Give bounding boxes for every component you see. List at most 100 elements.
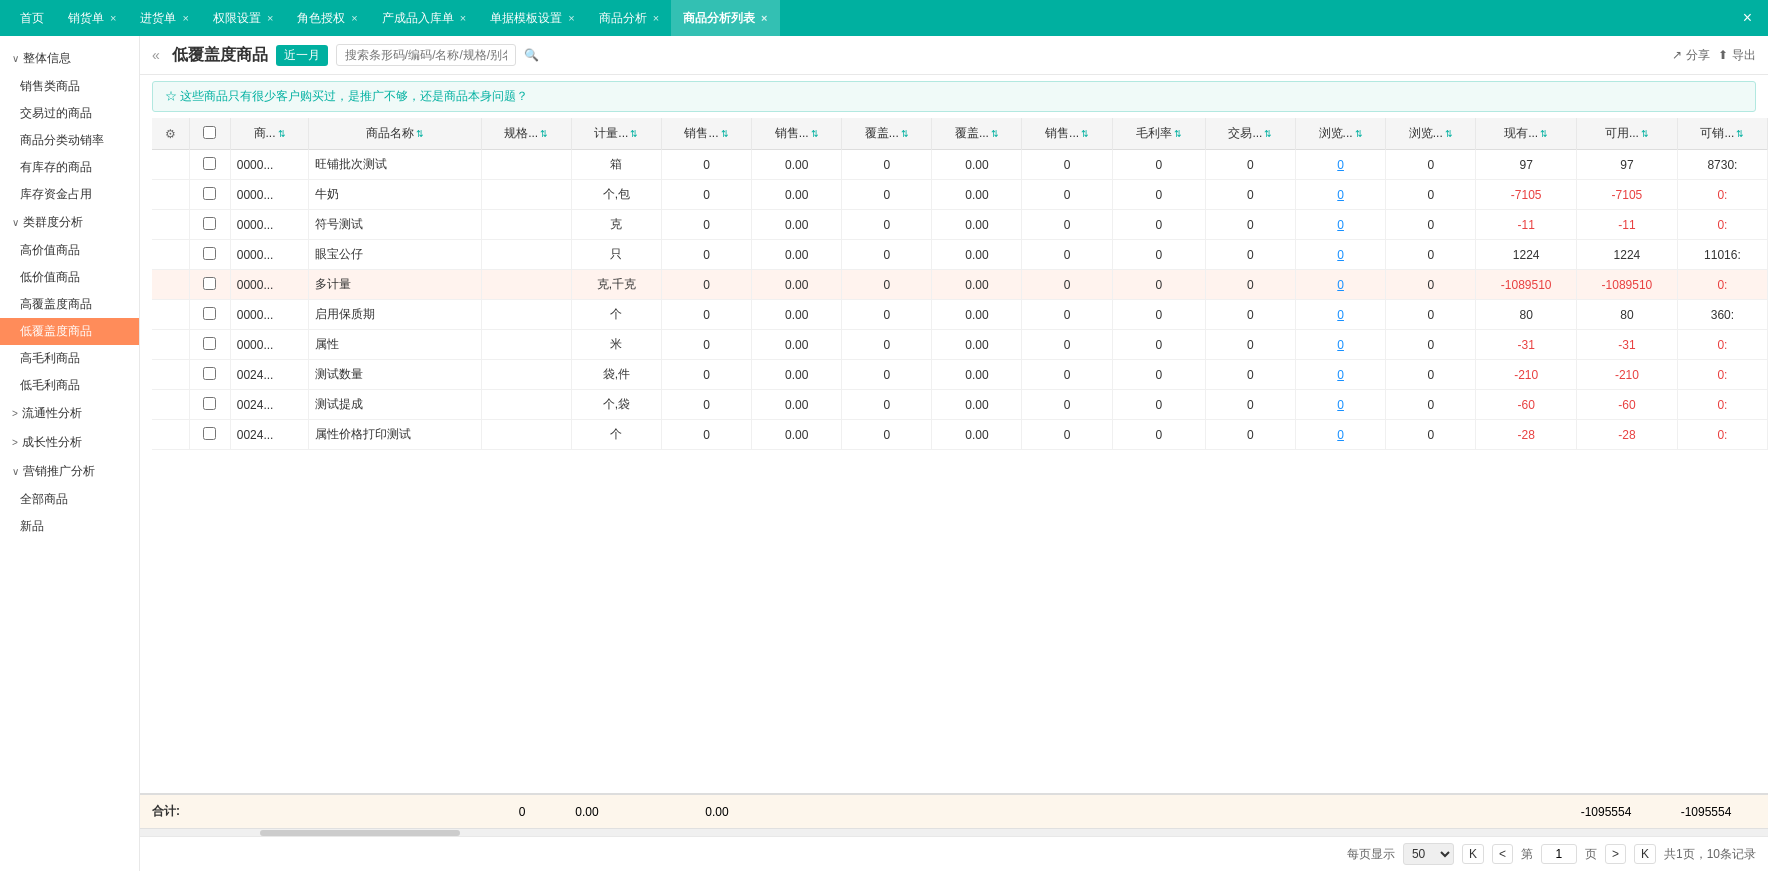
sidebar-item-in-stock[interactable]: 有库存的商品 xyxy=(0,154,139,181)
close-icon[interactable]: × xyxy=(351,12,357,24)
spec-column-header[interactable]: 规格...⇅ xyxy=(481,118,571,150)
row-browse1[interactable]: 0 xyxy=(1296,180,1386,210)
collapse-button[interactable]: « xyxy=(152,47,160,63)
sidebar-section-overall[interactable]: ∨ 整体信息 xyxy=(0,44,139,73)
row-checkbox[interactable] xyxy=(189,330,230,360)
close-all-button[interactable]: × xyxy=(1735,9,1760,27)
row-checkbox[interactable] xyxy=(189,150,230,180)
next-page-button[interactable]: > xyxy=(1605,844,1626,864)
row-browse1[interactable]: 0 xyxy=(1296,360,1386,390)
sales-qty-column-header[interactable]: 销售...⇅ xyxy=(661,118,751,150)
sidebar-item-low-profit[interactable]: 低毛利商品 xyxy=(0,372,139,399)
browse2-column-header[interactable]: 浏览...⇅ xyxy=(1386,118,1476,150)
row-settings[interactable] xyxy=(152,150,189,180)
nav-template[interactable]: 单据模板设置 × xyxy=(478,0,586,36)
row-settings[interactable] xyxy=(152,390,189,420)
nav-product-in[interactable]: 产成品入库单 × xyxy=(370,0,478,36)
sidebar-item-high-profit[interactable]: 高毛利商品 xyxy=(0,345,139,372)
cover1-column-header[interactable]: 覆盖...⇅ xyxy=(842,118,932,150)
sidebar-item-sales-goods[interactable]: 销售类商品 xyxy=(0,73,139,100)
row-settings[interactable] xyxy=(152,240,189,270)
close-icon[interactable]: × xyxy=(653,12,659,24)
row-checkbox[interactable] xyxy=(189,180,230,210)
row-checkbox[interactable] xyxy=(189,270,230,300)
browse1-column-header[interactable]: 浏览...⇅ xyxy=(1296,118,1386,150)
page-size-select[interactable]: 20 50 100 xyxy=(1403,843,1454,865)
scrollbar-thumb[interactable] xyxy=(260,830,460,836)
search-input[interactable] xyxy=(336,44,516,66)
sidebar-section-liquidity[interactable]: > 流通性分析 xyxy=(0,399,139,428)
saleable-column-header[interactable]: 可销...⇅ xyxy=(1677,118,1767,150)
close-icon[interactable]: × xyxy=(460,12,466,24)
horizontal-scrollbar[interactable] xyxy=(140,828,1768,836)
row-browse1[interactable]: 0 xyxy=(1296,210,1386,240)
row-browse1[interactable]: 0 xyxy=(1296,270,1386,300)
current-column-header[interactable]: 现有...⇅ xyxy=(1476,118,1577,150)
row-settings[interactable] xyxy=(152,360,189,390)
nav-analysis[interactable]: 商品分析 × xyxy=(587,0,671,36)
name-column-header[interactable]: 商品名称⇅ xyxy=(309,118,481,150)
close-icon[interactable]: × xyxy=(110,12,116,24)
settings-column-header[interactable]: ⚙ xyxy=(152,118,189,150)
sidebar-section-growth[interactable]: > 成长性分析 xyxy=(0,428,139,457)
row-browse1[interactable]: 0 xyxy=(1296,300,1386,330)
sidebar-item-new-goods[interactable]: 新品 xyxy=(0,513,139,540)
row-browse1[interactable]: 0 xyxy=(1296,150,1386,180)
sidebar-item-high-value[interactable]: 高价值商品 xyxy=(0,237,139,264)
sidebar-item-low-coverage[interactable]: 低覆盖度商品 xyxy=(0,318,139,345)
nav-permission[interactable]: 权限设置 × xyxy=(201,0,285,36)
nav-analysis-list[interactable]: 商品分析列表 × xyxy=(671,0,779,36)
row-settings[interactable] xyxy=(152,210,189,240)
page-input[interactable] xyxy=(1541,844,1577,864)
table-wrapper[interactable]: ⚙ 商...⇅ 商品名称⇅ 规格...⇅ 计量...⇅ 销售...⇅ 销售...… xyxy=(140,118,1768,793)
row-browse1[interactable]: 0 xyxy=(1296,330,1386,360)
row-checkbox[interactable] xyxy=(189,360,230,390)
sidebar-item-traded[interactable]: 交易过的商品 xyxy=(0,100,139,127)
close-icon[interactable]: × xyxy=(568,12,574,24)
export-button[interactable]: ⬆ 导出 xyxy=(1718,47,1756,64)
row-checkbox[interactable] xyxy=(189,210,230,240)
nav-home[interactable]: 首页 xyxy=(8,0,56,36)
trade-column-header[interactable]: 交易...⇅ xyxy=(1205,118,1295,150)
row-settings[interactable] xyxy=(152,330,189,360)
search-icon[interactable]: 🔍 xyxy=(524,48,539,62)
row-settings[interactable] xyxy=(152,420,189,450)
row-checkbox[interactable] xyxy=(189,390,230,420)
sidebar-item-low-value[interactable]: 低价值商品 xyxy=(0,264,139,291)
row-settings[interactable] xyxy=(152,270,189,300)
sidebar-section-marketing[interactable]: ∨ 营销推广分析 xyxy=(0,457,139,486)
close-icon[interactable]: × xyxy=(761,12,767,24)
sidebar-item-all-goods[interactable]: 全部商品 xyxy=(0,486,139,513)
sidebar-item-high-coverage[interactable]: 高覆盖度商品 xyxy=(0,291,139,318)
last-page-button[interactable]: K xyxy=(1634,844,1656,864)
nav-role[interactable]: 角色授权 × xyxy=(285,0,369,36)
row-browse1[interactable]: 0 xyxy=(1296,240,1386,270)
close-icon[interactable]: × xyxy=(182,12,188,24)
row-browse1[interactable]: 0 xyxy=(1296,390,1386,420)
period-button[interactable]: 近一月 xyxy=(276,45,328,66)
sales3-column-header[interactable]: 销售...⇅ xyxy=(1022,118,1112,150)
row-checkbox[interactable] xyxy=(189,300,230,330)
share-button[interactable]: ↗ 分享 xyxy=(1672,47,1710,64)
sales-amt-column-header[interactable]: 销售...⇅ xyxy=(752,118,842,150)
row-settings[interactable] xyxy=(152,300,189,330)
row-checkbox[interactable] xyxy=(189,420,230,450)
gross-column-header[interactable]: 毛利率⇅ xyxy=(1112,118,1205,150)
prev-page-button[interactable]: < xyxy=(1492,844,1513,864)
first-page-button[interactable]: K xyxy=(1462,844,1484,864)
close-icon[interactable]: × xyxy=(267,12,273,24)
sidebar-item-inventory-fund[interactable]: 库存资金占用 xyxy=(0,181,139,208)
nav-sales[interactable]: 销货单 × xyxy=(56,0,128,36)
nav-purchase[interactable]: 进货单 × xyxy=(128,0,200,36)
sidebar-section-group[interactable]: ∨ 类群度分析 xyxy=(0,208,139,237)
row-browse1[interactable]: 0 xyxy=(1296,420,1386,450)
sidebar-item-category-rate[interactable]: 商品分类动销率 xyxy=(0,127,139,154)
available-column-header[interactable]: 可用...⇅ xyxy=(1577,118,1678,150)
unit-column-header[interactable]: 计量...⇅ xyxy=(571,118,661,150)
select-all-checkbox[interactable] xyxy=(203,126,216,139)
checkbox-column-header[interactable] xyxy=(189,118,230,150)
row-checkbox[interactable] xyxy=(189,240,230,270)
cover2-column-header[interactable]: 覆盖...⇅ xyxy=(932,118,1022,150)
code-column-header[interactable]: 商...⇅ xyxy=(230,118,309,150)
row-settings[interactable] xyxy=(152,180,189,210)
